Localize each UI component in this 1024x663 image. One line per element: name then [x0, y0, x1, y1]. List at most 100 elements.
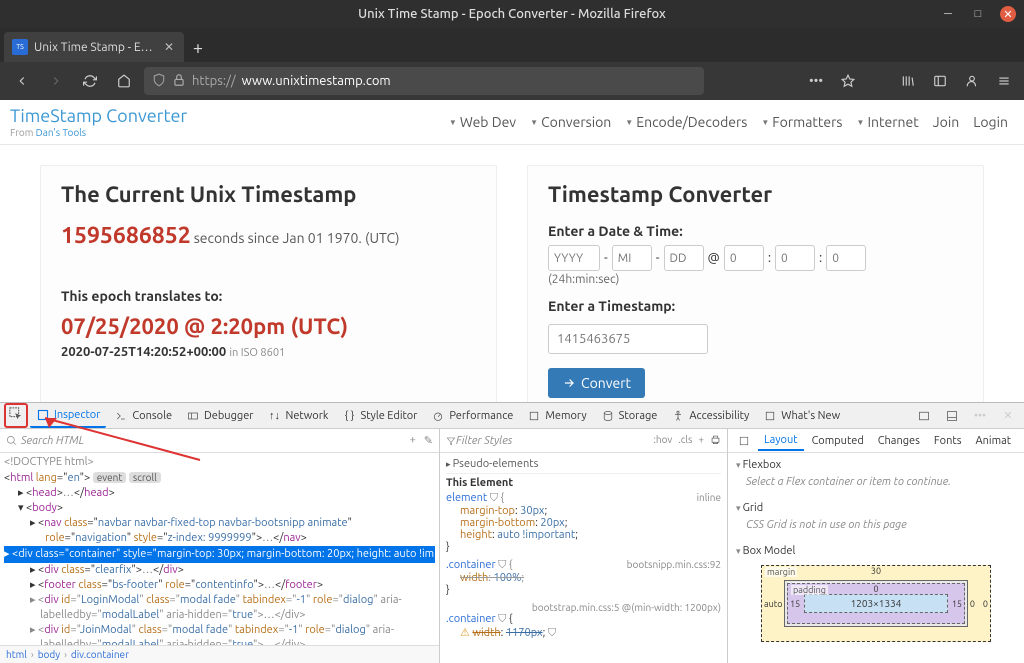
back-button[interactable]	[8, 67, 36, 95]
cls-button[interactable]: .cls	[678, 434, 692, 447]
human-date: 07/25/2020 @ 2:20pm (UTC)	[61, 314, 476, 339]
new-tab-button[interactable]: +	[184, 34, 212, 62]
devtools-tabbar: Inspector Console Debugger ↑↓Network { }…	[0, 403, 1024, 429]
tab-whatsnew[interactable]: What's New	[757, 405, 846, 427]
current-timestamp-value: 1595686852	[61, 223, 191, 248]
add-rule-icon[interactable]: +	[698, 434, 704, 447]
hour-input[interactable]	[724, 245, 764, 271]
timestamp-suffix: seconds since Jan 01 1970. (UTC)	[194, 230, 400, 246]
dans-tools-link[interactable]: Dan's Tools	[36, 127, 87, 138]
page-content: TimeStamp Converter From Dan's Tools ▼We…	[0, 100, 1024, 402]
element-picker-button[interactable]	[4, 403, 28, 428]
tab-console[interactable]: Console	[108, 405, 178, 427]
favicon-icon: TS	[12, 39, 28, 55]
second-input[interactable]	[826, 245, 866, 271]
dom-breadcrumb[interactable]: html› body› div.container	[0, 645, 439, 663]
tab-close-icon[interactable]: ✕	[162, 40, 176, 54]
window-minimize-icon[interactable]: ─	[940, 6, 956, 22]
bookmark-icon[interactable]	[836, 69, 860, 93]
eyedropper-icon[interactable]: ✎	[424, 434, 433, 447]
timestamp-input[interactable]	[548, 324, 708, 354]
converter-panel: Timestamp Converter Enter a Date & Time:…	[527, 165, 984, 402]
browser-tab[interactable]: TS Unix Time Stamp - Epoch ✕	[4, 32, 184, 62]
reload-button[interactable]	[76, 67, 104, 95]
tab-memory[interactable]: Memory	[521, 405, 592, 427]
date-label: Enter a Date & Time:	[548, 223, 963, 239]
window-maximize-icon[interactable]: □	[970, 6, 986, 22]
tab-title: Unix Time Stamp - Epoch	[34, 41, 156, 54]
ts-label: Enter a Timestamp:	[548, 298, 963, 314]
forward-button[interactable]	[42, 67, 70, 95]
devtools-iframe-icon[interactable]	[912, 404, 936, 428]
url-input[interactable]: https:// www.unixtimestamp.com	[144, 67, 704, 95]
nav-internet[interactable]: ▼Internet	[851, 106, 925, 138]
tab-style-editor[interactable]: { }Style Editor	[336, 405, 423, 427]
brand-subtitle: From Dan's Tools	[10, 127, 187, 138]
converter-heading: Timestamp Converter	[548, 182, 963, 207]
current-timestamp-panel: The Current Unix Timestamp 1595686852 se…	[40, 165, 497, 402]
styles-filter[interactable]: Filter Styles :hov .cls +	[440, 429, 727, 453]
tab-inspector[interactable]: Inspector	[30, 404, 106, 428]
nav-join[interactable]: Join	[927, 106, 965, 138]
html-search[interactable]: Search HTML + ✎	[0, 429, 439, 453]
tab-network[interactable]: ↑↓Network	[261, 405, 334, 427]
selected-dom-node: ▸ <div class="container" style="margin-t…	[4, 546, 435, 563]
library-icon[interactable]	[896, 69, 920, 93]
lock-icon	[172, 73, 186, 90]
hov-button[interactable]: :hov	[653, 434, 672, 447]
site-navbar: TimeStamp Converter From Dan's Tools ▼We…	[0, 100, 1024, 145]
month-input[interactable]	[612, 245, 652, 271]
tab-storage[interactable]: Storage	[595, 405, 664, 427]
dom-tree[interactable]: <!DOCTYPE html> <html lang="en"> event s…	[0, 453, 439, 645]
nav-conversion[interactable]: ▼Conversion	[524, 106, 617, 138]
css-rules[interactable]: Pseudo-elements This Element element ⛉ {…	[440, 453, 727, 663]
tab-computed[interactable]: Computed	[806, 432, 870, 450]
year-input[interactable]	[548, 245, 600, 271]
nav-formatters[interactable]: ▼Formatters	[755, 106, 848, 138]
nav-encode[interactable]: ▼Encode/Decoders	[619, 106, 753, 138]
html-tree-panel: Search HTML + ✎ <!DOCTYPE html> <html la…	[0, 429, 440, 663]
convert-button[interactable]: Convert	[548, 368, 645, 398]
day-input[interactable]	[664, 245, 704, 271]
devtools-dock-icon[interactable]	[940, 404, 964, 428]
print-sim-icon[interactable]	[710, 434, 721, 447]
tab-debugger[interactable]: Debugger	[180, 405, 259, 427]
layout-prev-icon[interactable]	[732, 429, 756, 453]
nav-webdev[interactable]: ▼Web Dev	[443, 106, 522, 138]
sidebar-icon[interactable]	[928, 69, 952, 93]
tab-fonts[interactable]: Fonts	[928, 432, 968, 450]
iso-date: 2020-07-25T14:20:52+00:00 in ISO 8601	[61, 345, 476, 359]
tab-changes[interactable]: Changes	[872, 432, 926, 450]
box-model-diagram[interactable]: margin 30 auto 0 border 0 padding 0 15	[761, 565, 991, 642]
brand-link[interactable]: TimeStamp Converter	[10, 106, 187, 126]
tab-performance[interactable]: Performance	[425, 405, 519, 427]
time-hint: (24h:min:sec)	[548, 273, 963, 286]
window-title: Unix Time Stamp - Epoch Converter - Mozi…	[358, 7, 666, 21]
address-bar: https:// www.unixtimestamp.com •••	[0, 62, 1024, 100]
grid-section[interactable]: Grid	[736, 500, 1016, 516]
tab-accessibility[interactable]: Accessibility	[665, 405, 755, 427]
menu-icon[interactable]	[992, 69, 1016, 93]
devtools-close-icon[interactable]: ✕	[996, 404, 1020, 428]
devtools-more-icon[interactable]: •••	[968, 404, 992, 428]
minute-input[interactable]	[775, 245, 815, 271]
tab-layout[interactable]: Layout	[758, 431, 804, 451]
more-icon[interactable]: •••	[804, 69, 828, 93]
window-titlebar: Unix Time Stamp - Epoch Converter - Mozi…	[0, 0, 1024, 28]
add-node-icon[interactable]: +	[410, 434, 416, 447]
translates-label: This epoch translates to:	[61, 288, 476, 304]
nav-login[interactable]: Login	[967, 106, 1014, 138]
devtools-panel: Inspector Console Debugger ↑↓Network { }…	[0, 402, 1024, 663]
home-button[interactable]	[110, 67, 138, 95]
boxmodel-section[interactable]: Box Model	[736, 543, 1016, 559]
styles-panel: Filter Styles :hov .cls + Pseudo-element…	[440, 429, 728, 663]
url-protocol: https://	[192, 74, 236, 88]
browser-tabbar: TS Unix Time Stamp - Epoch ✕ +	[0, 28, 1024, 62]
account-icon[interactable]	[960, 69, 984, 93]
url-host: www.unixtimestamp.com	[242, 74, 391, 88]
shield-icon[interactable]	[152, 73, 166, 90]
flexbox-section[interactable]: Flexbox	[736, 457, 1016, 473]
tab-animations[interactable]: Animat	[970, 432, 1018, 450]
layout-panel: Layout Computed Changes Fonts Animat Fle…	[728, 429, 1024, 663]
window-close-icon[interactable]: ✕	[1000, 6, 1016, 22]
